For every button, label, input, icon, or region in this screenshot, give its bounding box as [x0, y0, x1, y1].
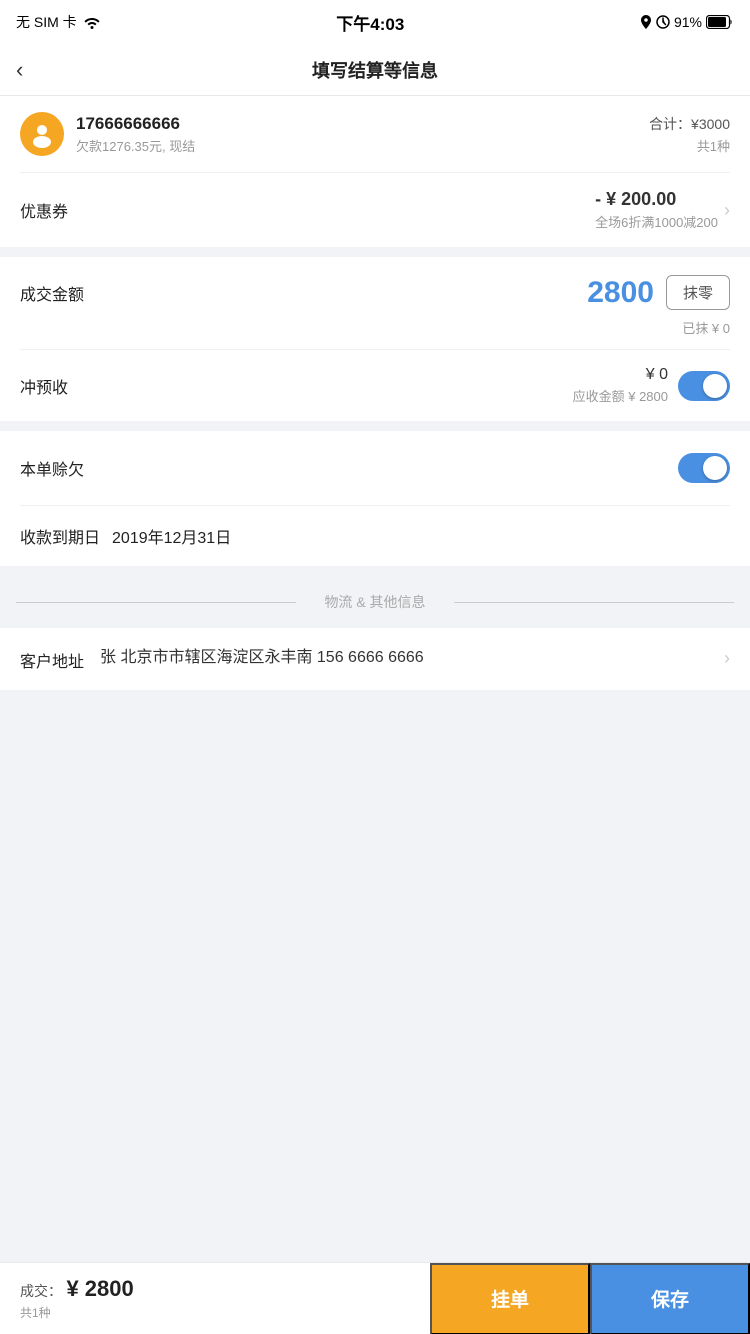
- logistics-label: 物流 & 其他信息: [324, 592, 425, 612]
- clock-icon: [656, 15, 670, 29]
- total-label: 合计：¥3000: [649, 114, 730, 134]
- wifi-icon: [83, 15, 101, 29]
- status-time: 下午4:03: [336, 10, 404, 35]
- debit-toggle-knob: [703, 456, 727, 480]
- sim-label: 无 SIM 卡: [16, 12, 77, 32]
- footer-deal-label: 成交：: [20, 1283, 62, 1299]
- debit-label: 本单赊欠: [20, 456, 84, 480]
- footer-deal-line: 成交： ¥ 2800: [20, 1276, 410, 1302]
- avatar-icon: [28, 120, 56, 148]
- nav-bar: ‹ 填写结算等信息: [0, 44, 750, 96]
- back-button[interactable]: ‹: [16, 57, 23, 83]
- total-count: 共1种: [649, 136, 730, 155]
- coupon-chevron-icon: ›: [724, 200, 730, 221]
- due-date-row: 收款到期日 2019年12月31日: [20, 505, 730, 566]
- location-icon: [640, 15, 652, 29]
- sep-line-right: [454, 602, 734, 603]
- amount-value: 2800: [587, 276, 654, 310]
- address-value: 张 北京市市辖区海淀区永丰南 156 6666 6666: [100, 646, 724, 670]
- customer-debt: 欠款1276.35元, 现结: [76, 136, 195, 155]
- status-right: 91%: [640, 14, 734, 30]
- status-left: 无 SIM 卡: [16, 12, 101, 32]
- battery-level: 91%: [674, 14, 702, 30]
- due-date-value: 2019年12月31日: [112, 524, 231, 548]
- prepay-toggle[interactable]: [678, 371, 730, 401]
- amount-right: 2800 抹零: [587, 275, 730, 310]
- customer-right: 合计：¥3000 共1种: [649, 114, 730, 155]
- prepay-amount: ¥ 0 应收金额 ¥ 2800: [573, 366, 668, 405]
- avatar: [20, 112, 64, 156]
- amount-card: 成交金额 2800 抹零 已抹 ¥ 0 冲预收 ¥ 0 应收金额 ¥ 2800: [0, 257, 750, 421]
- footer-amount: ¥ 2800: [66, 1276, 133, 1301]
- prepay-right: ¥ 0 应收金额 ¥ 2800: [573, 366, 730, 405]
- prepay-amount-main: ¥ 0: [573, 366, 668, 384]
- address-chevron-icon: ›: [724, 648, 730, 669]
- prepay-row: 冲预收 ¥ 0 应收金额 ¥ 2800: [20, 349, 730, 421]
- status-bar: 无 SIM 卡 下午4:03 91%: [0, 0, 750, 44]
- coupon-discount: - ¥ 200.00: [595, 189, 718, 210]
- customer-info: 17666666666 欠款1276.35元, 现结: [76, 114, 195, 155]
- footer-bar: 成交： ¥ 2800 共1种 挂单 保存: [0, 1262, 750, 1334]
- pending-button[interactable]: 挂单: [430, 1263, 590, 1334]
- coupon-row[interactable]: 优惠券 - ¥ 200.00 全场6折满1000减200 ›: [20, 172, 730, 247]
- address-key: 客户地址: [20, 648, 84, 672]
- coupon-right: - ¥ 200.00 全场6折满1000减200 ›: [595, 189, 730, 231]
- footer-count: 共1种: [20, 1304, 410, 1321]
- debit-row: 本单赊欠: [20, 431, 730, 505]
- coupon-label: 优惠券: [20, 198, 68, 222]
- customer-card: 17666666666 欠款1276.35元, 现结 合计：¥3000 共1种 …: [0, 96, 750, 247]
- amount-erased: 已抹 ¥ 0: [20, 318, 730, 349]
- logistics-separator: 物流 & 其他信息: [0, 576, 750, 628]
- debit-card: 本单赊欠 收款到期日 2019年12月31日: [0, 431, 750, 566]
- prepay-toggle-knob: [703, 374, 727, 398]
- battery-icon: [706, 15, 734, 29]
- amount-label: 成交金额: [20, 281, 84, 305]
- customer-row: 17666666666 欠款1276.35元, 现结 合计：¥3000 共1种: [20, 96, 730, 172]
- due-date-label: 收款到期日: [20, 524, 100, 548]
- address-row[interactable]: 客户地址 张 北京市市辖区海淀区永丰南 156 6666 6666 ›: [20, 628, 730, 690]
- content-area: 17666666666 欠款1276.35元, 现结 合计：¥3000 共1种 …: [0, 96, 750, 780]
- prepay-amount-sub: 应收金额 ¥ 2800: [573, 386, 668, 405]
- footer-info: 成交： ¥ 2800 共1种: [0, 1276, 430, 1321]
- sep-line-left: [16, 602, 296, 603]
- customer-left: 17666666666 欠款1276.35元, 现结: [20, 112, 195, 156]
- address-card: 客户地址 张 北京市市辖区海淀区永丰南 156 6666 6666 ›: [0, 628, 750, 690]
- coupon-desc: 全场6折满1000减200: [595, 212, 718, 231]
- prepay-label: 冲预收: [20, 374, 68, 398]
- amount-row: 成交金额 2800 抹零: [20, 257, 730, 318]
- customer-phone: 17666666666: [76, 114, 195, 134]
- page-title: 填写结算等信息: [312, 57, 438, 83]
- round-button[interactable]: 抹零: [666, 275, 730, 310]
- save-button[interactable]: 保存: [590, 1263, 750, 1334]
- debit-toggle[interactable]: [678, 453, 730, 483]
